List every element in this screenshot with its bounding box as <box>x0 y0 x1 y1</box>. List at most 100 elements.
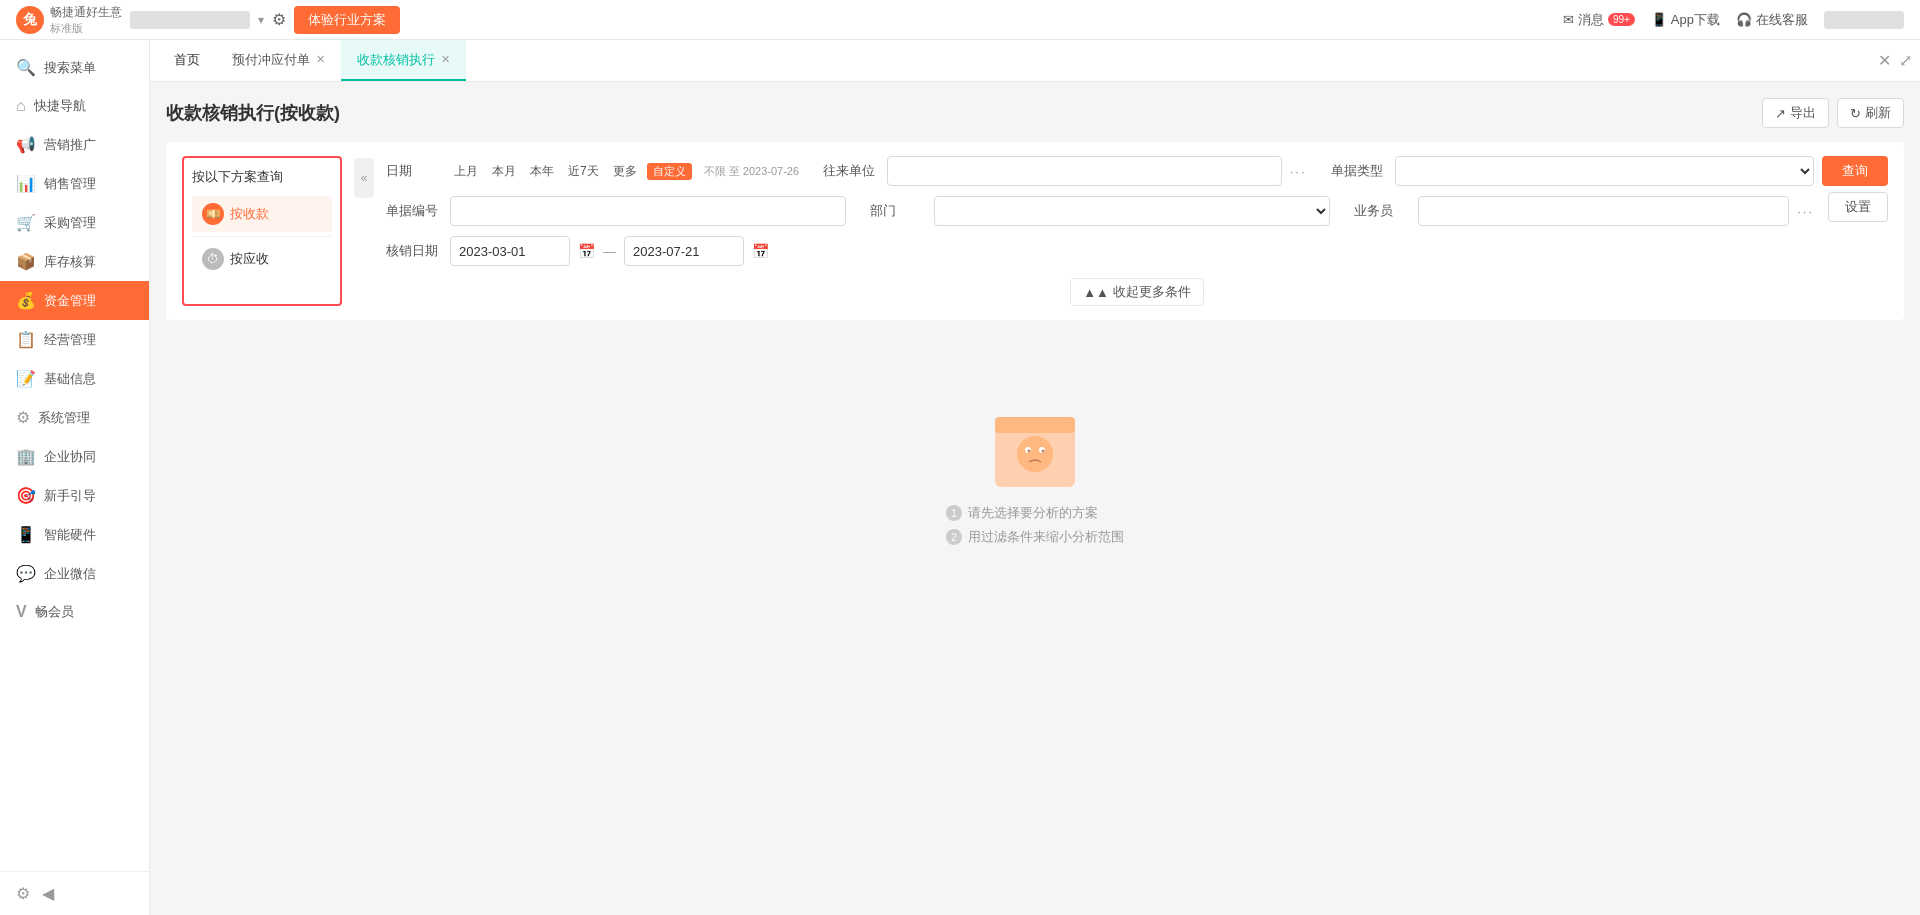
sidebar-item-inventory[interactable]: 📦 库存核算 <box>0 242 149 281</box>
refresh-button[interactable]: ↻ 刷新 <box>1837 98 1904 128</box>
collapse-sidebar-icon[interactable]: ◀ <box>42 884 54 903</box>
tab-prepay[interactable]: 预付冲应付单 ✕ <box>216 40 341 81</box>
empty-hint-1: 1 请先选择要分析的方案 <box>946 504 1124 522</box>
sidebar-item-marketing[interactable]: 📢 营销推广 <box>0 125 149 164</box>
sidebar-label-guide: 新手引导 <box>44 487 96 505</box>
sidebar-item-basic[interactable]: 📝 基础信息 <box>0 359 149 398</box>
customer-service-button[interactable]: 🎧 在线客服 <box>1736 11 1808 29</box>
filter-option-by-receivable[interactable]: ⏱ 按应收 <box>192 241 332 277</box>
solution-button[interactable]: 体验行业方案 <box>294 6 400 34</box>
filter-option-receivable-label: 按应收 <box>230 250 269 268</box>
tab-home[interactable]: 首页 <box>158 40 216 81</box>
receipt-scheme-icon: 💴 <box>202 203 224 225</box>
filter-form-row1: 日期 上月 本月 本年 近7天 更多 自定义 <box>386 156 1888 266</box>
sidebar-item-member[interactable]: V 畅会员 <box>0 593 149 631</box>
sidebar-label-company: 企业协同 <box>44 448 96 466</box>
page-content: 收款核销执行(按收款) ↗ 导出 ↻ 刷新 按以下方案查询 <box>150 82 1920 915</box>
sales-icon: 📊 <box>16 174 36 193</box>
app-icon: 📱 <box>1651 12 1667 27</box>
filter-row-2: 单据编号 部门 <box>386 196 1814 226</box>
verify-date-end-icon[interactable]: 📅 <box>752 243 769 259</box>
tab-receipt-close[interactable]: ✕ <box>441 53 450 66</box>
last-month-btn[interactable]: 上月 <box>450 161 482 182</box>
logo-text: 畅捷通好生意 <box>50 4 122 21</box>
salesperson-dots-btn[interactable]: ··· <box>1797 204 1814 219</box>
verify-date-start-icon[interactable]: 📅 <box>578 243 595 259</box>
topbar-right: ✉ 消息 99+ 📱 App下载 🎧 在线客服 <box>1563 11 1904 29</box>
filter-date-field: 日期 上月 本月 本年 近7天 更多 自定义 <box>386 161 799 182</box>
collapse-left-icon: « <box>361 171 368 185</box>
sidebar-item-operation[interactable]: 📋 经营管理 <box>0 320 149 359</box>
last-7days-btn[interactable]: 近7天 <box>564 161 603 182</box>
counterpart-input[interactable] <box>887 156 1282 186</box>
custom-date-tag: 自定义 <box>647 163 692 180</box>
verify-date-end[interactable] <box>624 236 744 266</box>
chevron-down-icon[interactable]: ▾ <box>258 13 264 27</box>
sidebar-label-basic: 基础信息 <box>44 370 96 388</box>
operation-icon: 📋 <box>16 330 36 349</box>
bottom-settings-icon[interactable]: ⚙ <box>16 884 30 903</box>
filter-option-by-receipt[interactable]: 💴 按收款 <box>192 196 332 232</box>
more-date-btn[interactable]: 更多 <box>609 161 641 182</box>
department-select[interactable] <box>934 196 1330 226</box>
inventory-icon: 📦 <box>16 252 36 271</box>
sidebar-item-wechat[interactable]: 💬 企业微信 <box>0 554 149 593</box>
doc-number-input[interactable] <box>450 196 846 226</box>
sidebar-label-member: 畅会员 <box>35 603 74 621</box>
filter-row-1: 日期 上月 本月 本年 近7天 更多 自定义 <box>386 156 1814 186</box>
collapse-filter-btn[interactable]: « <box>354 158 374 198</box>
sidebar-label-marketing: 营销推广 <box>44 136 96 154</box>
user-avatar[interactable] <box>1824 11 1904 29</box>
collapse-conditions-label: 收起更多条件 <box>1113 283 1191 301</box>
this-year-btn[interactable]: 本年 <box>526 161 558 182</box>
sidebar-item-purchase[interactable]: 🛒 采购管理 <box>0 203 149 242</box>
date-range-note-area: 不限 至 2023-07-26 <box>704 164 799 179</box>
empty-illustration <box>975 392 1095 492</box>
message-button[interactable]: ✉ 消息 99+ <box>1563 11 1635 29</box>
verify-date-start[interactable] <box>450 236 570 266</box>
sidebar-item-system[interactable]: ⚙ 系统管理 <box>0 398 149 437</box>
settings-button[interactable]: 设置 <box>1828 192 1888 222</box>
marketing-icon: 📢 <box>16 135 36 154</box>
filter-fields: 日期 上月 本月 本年 近7天 更多 自定义 <box>386 156 1814 266</box>
export-button[interactable]: ↗ 导出 <box>1762 98 1829 128</box>
refresh-label: 刷新 <box>1865 104 1891 122</box>
filter-panel: 按以下方案查询 💴 按收款 ⏱ 按应收 « <box>166 142 1904 320</box>
tab-receipt[interactable]: 收款核销执行 ✕ <box>341 40 466 81</box>
main-layout: 🔍 搜索菜单 ⌂ 快捷导航 📢 营销推广 📊 销售管理 🛒 采购管理 📦 <box>0 40 1920 915</box>
query-button[interactable]: 查询 <box>1822 156 1888 186</box>
sidebar-item-company[interactable]: 🏢 企业协同 <box>0 437 149 476</box>
svg-point-2 <box>1017 436 1053 472</box>
close-tab-button[interactable]: ✕ <box>1878 51 1891 70</box>
sidebar-item-quick[interactable]: ⌂ 快捷导航 <box>0 87 149 125</box>
sidebar-label-system: 系统管理 <box>38 409 90 427</box>
hint-text-1: 请先选择要分析的方案 <box>968 504 1098 522</box>
maximize-button[interactable]: ⤢ <box>1899 51 1912 70</box>
collapse-conditions-button[interactable]: ▲▲ 收起更多条件 <box>1070 278 1204 306</box>
content-area: 首页 预付冲应付单 ✕ 收款核销执行 ✕ ✕ ⤢ 收款核销执行(按收款) <box>150 40 1920 915</box>
date-quick-buttons: 上月 本月 本年 近7天 更多 自定义 <box>450 161 692 182</box>
sidebar-item-sales[interactable]: 📊 销售管理 <box>0 164 149 203</box>
tab-receipt-label: 收款核销执行 <box>357 51 435 69</box>
sidebar-item-finance[interactable]: 💰 资金管理 <box>0 281 149 320</box>
counterpart-dots-btn[interactable]: ··· <box>1290 164 1307 179</box>
sidebar-item-guide[interactable]: 🎯 新手引导 <box>0 476 149 515</box>
tab-prepay-close[interactable]: ✕ <box>316 53 325 66</box>
empty-hint-2: 2 用过滤条件来缩小分析范围 <box>946 528 1124 546</box>
sidebar-item-hardware[interactable]: 📱 智能硬件 <box>0 515 149 554</box>
doc-type-select[interactable] <box>1395 156 1814 186</box>
app-download-button[interactable]: 📱 App下载 <box>1651 11 1720 29</box>
app-label: App下载 <box>1671 11 1720 29</box>
salesperson-input[interactable] <box>1418 196 1789 226</box>
collapse-row: ▲▲ 收起更多条件 <box>386 278 1888 306</box>
svg-point-5 <box>1028 450 1031 453</box>
sidebar-item-search[interactable]: 🔍 搜索菜单 <box>0 48 149 87</box>
verify-date-label: 核销日期 <box>386 242 442 260</box>
service-label: 在线客服 <box>1756 11 1808 29</box>
page-actions: ↗ 导出 ↻ 刷新 <box>1762 98 1904 128</box>
empty-hints: 1 请先选择要分析的方案 2 用过滤条件来缩小分析范围 <box>946 504 1124 552</box>
settings-icon[interactable]: ⚙ <box>272 10 286 29</box>
hint-num-1: 1 <box>946 505 962 521</box>
collapse-up-icon: ▲▲ <box>1083 285 1109 300</box>
this-month-btn[interactable]: 本月 <box>488 161 520 182</box>
